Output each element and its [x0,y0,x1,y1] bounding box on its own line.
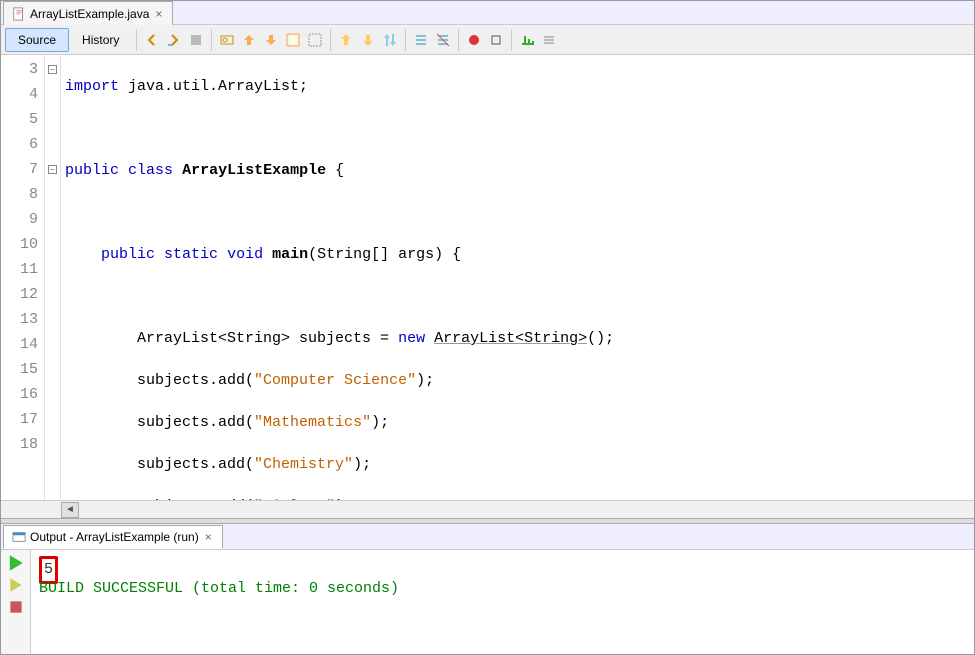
rerun-icon[interactable] [7,554,25,572]
line-number: 10 [1,232,44,257]
line-number: 14 [1,332,44,357]
line-number-gutter: 3 4 5 6 7 8 9 10 11 12 13 14 15 16 17 18 [1,55,45,500]
line-number: 9 [1,207,44,232]
editor-toolbar: Source History [1,25,974,55]
code-line: subjects.add("Chemistry"); [61,452,974,477]
code-line: public class ArrayListExample { [61,158,974,183]
fold-toggle-icon[interactable]: − [48,165,57,174]
code-line: public static void main(String[] args) { [61,242,974,267]
file-tab[interactable]: ArrayListExample.java × [3,1,173,25]
stop-macro-icon[interactable] [485,29,507,51]
uncomment-icon[interactable] [410,29,432,51]
code-line: subjects.add("Computer Science"); [61,368,974,393]
file-tab-label: ArrayListExample.java [30,7,149,21]
code-area[interactable]: import java.util.ArrayList; public class… [61,55,974,500]
line-number: 4 [1,82,44,107]
separator [511,29,512,51]
line-number: 8 [1,182,44,207]
scroll-left-icon[interactable]: ◄ [61,502,79,518]
output-sidebar [1,550,31,654]
code-line: subjects.add("Mathematics"); [61,410,974,435]
code-line [61,284,974,309]
shift-down-icon[interactable] [357,29,379,51]
find-selection-icon[interactable] [216,29,238,51]
output-panel: Output - ArrayListExample (run) × 5 BUIL… [1,524,974,654]
separator [405,29,406,51]
output-tab-label: Output - ArrayListExample (run) [30,530,199,544]
next-bookmark-icon[interactable] [260,29,282,51]
line-number: 11 [1,257,44,282]
nav-back-icon[interactable] [141,29,163,51]
line-number: 15 [1,357,44,382]
line-number: 13 [1,307,44,332]
close-icon[interactable]: × [203,530,214,544]
code-line: ArrayList<String> subjects = new ArrayLi… [61,326,974,351]
history-mode-tab[interactable]: History [69,28,132,52]
nav-forward-icon[interactable] [163,29,185,51]
line-number: 18 [1,432,44,457]
code-line [61,200,974,225]
shift-up-icon[interactable] [335,29,357,51]
output-text[interactable]: 5 BUILD SUCCESSFUL (total time: 0 second… [31,550,974,654]
horizontal-scrollbar[interactable]: ◄ [1,500,974,518]
separator [136,29,137,51]
close-icon[interactable]: × [153,7,164,21]
separator [330,29,331,51]
output-tabbar: Output - ArrayListExample (run) × [1,524,974,550]
code-line [61,116,974,141]
output-tab[interactable]: Output - ArrayListExample (run) × [3,525,223,549]
rerun-alt-icon[interactable] [7,576,25,594]
prev-bookmark-icon[interactable] [238,29,260,51]
editor-tabbar: ArrayListExample.java × [1,1,974,25]
output-body: 5 BUILD SUCCESSFUL (total time: 0 second… [1,550,974,654]
sort-icon[interactable] [379,29,401,51]
code-editor[interactable]: 3 4 5 6 7 8 9 10 11 12 13 14 15 16 17 18… [1,55,974,500]
line-number: 12 [1,282,44,307]
record-macro-icon[interactable] [463,29,485,51]
line-number: 3 [1,57,44,82]
separator [458,29,459,51]
comment-icon[interactable] [432,29,454,51]
toggle-highlight-icon[interactable] [282,29,304,51]
fold-toggle-icon[interactable]: − [48,65,57,74]
selection-icon[interactable] [304,29,326,51]
macro-list-icon[interactable] [538,29,560,51]
line-number: 5 [1,107,44,132]
fold-gutter: − − [45,55,61,500]
separator [211,29,212,51]
output-icon [12,530,26,544]
code-line: import java.util.ArrayList; [61,74,974,99]
java-file-icon [12,7,26,21]
line-number: 7 [1,157,44,182]
source-mode-tab[interactable]: Source [5,28,69,52]
build-status: BUILD SUCCESSFUL (total time: 0 seconds) [39,578,966,600]
stop-output-icon[interactable] [7,598,25,616]
run-macro-icon[interactable] [516,29,538,51]
line-number: 6 [1,132,44,157]
line-number: 17 [1,407,44,432]
stop-icon[interactable] [185,29,207,51]
code-line: subjects.add("Biology"); [61,494,974,500]
line-number: 16 [1,382,44,407]
